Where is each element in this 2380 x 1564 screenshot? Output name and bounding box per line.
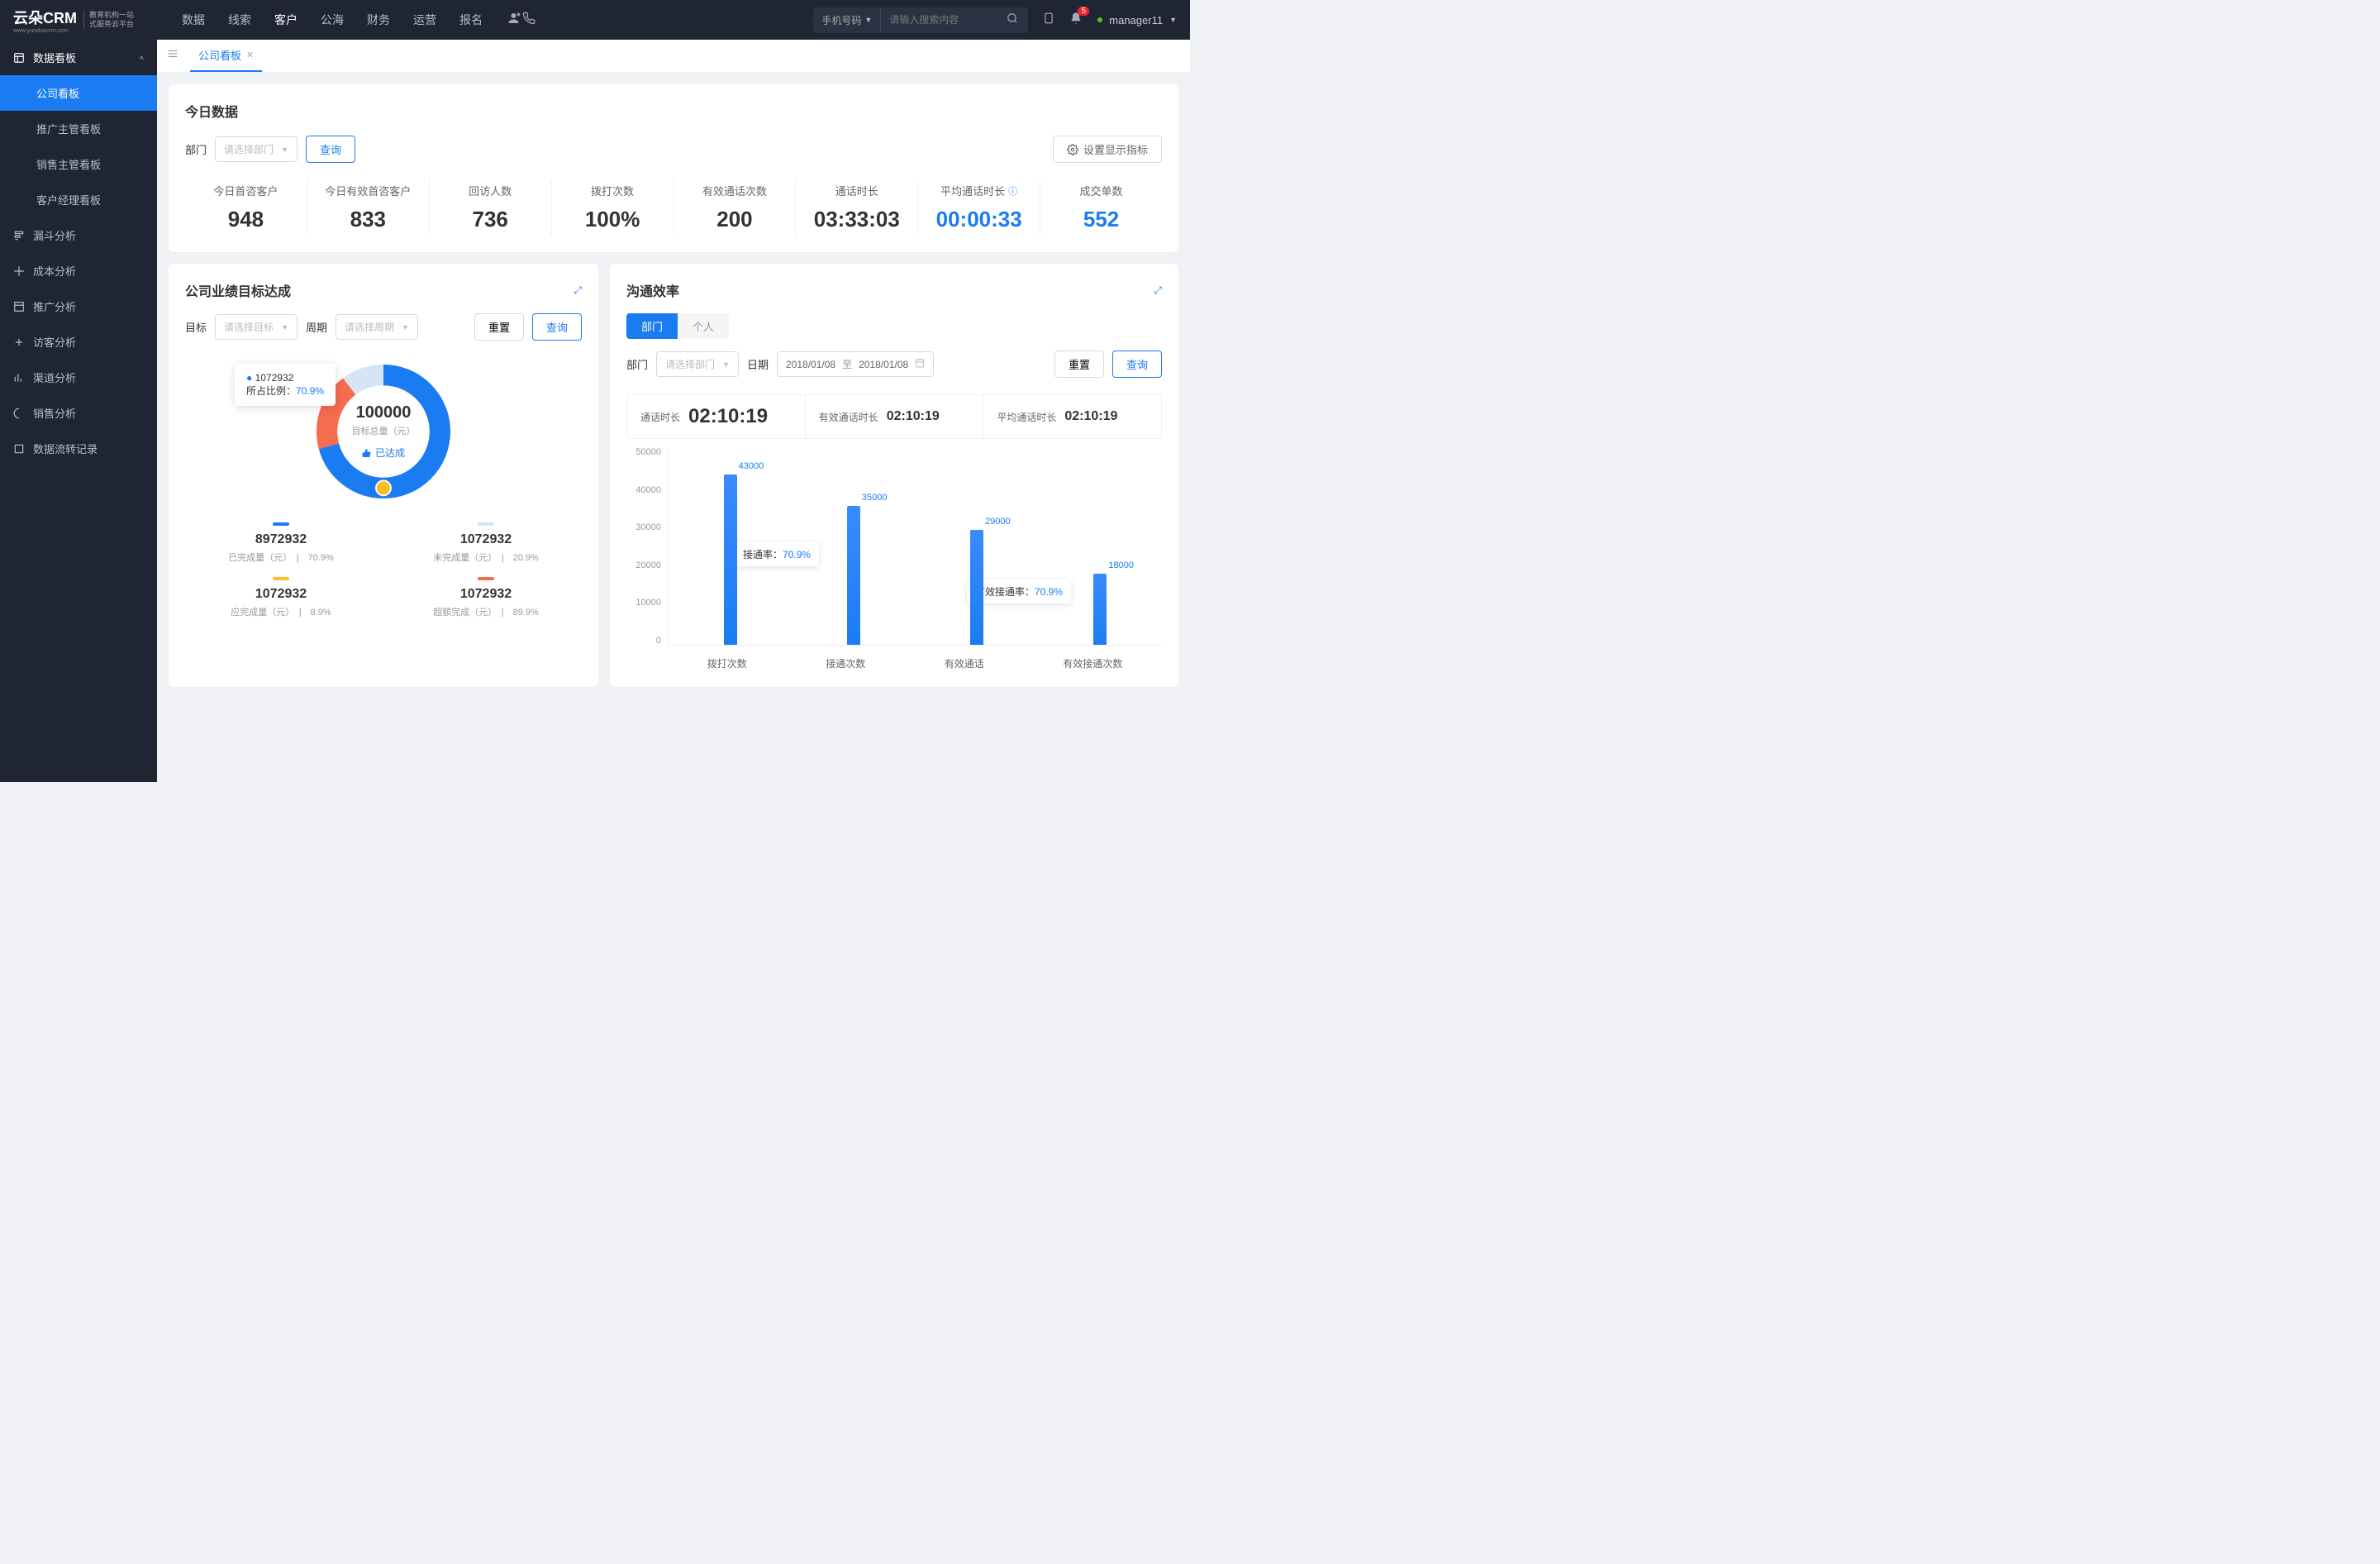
metric-item: 平均通话时长02:10:19 <box>983 395 1161 438</box>
donut-chart: 100000 目标总量（元） 已达成 ● 1072932 所占比例：70.9% <box>185 357 582 506</box>
bar-chart: 50000400003000020000100000 接通率：70.9% 有效接… <box>626 447 1162 670</box>
dashboard-icon <box>13 52 25 64</box>
menu-icon <box>13 230 25 241</box>
main-nav: 数据 线索 客户 公海 财务 运营 报名 <box>182 12 483 28</box>
legend-item: 8972932已完成量（元） | 70.9% <box>185 522 377 564</box>
sidebar-item[interactable]: 数据流转记录 <box>0 431 157 466</box>
logo: 云朵CRM www.yunduocrm.com 教育机构一站式服务云平台 <box>13 7 157 34</box>
expand-icon[interactable]: ⤢ <box>1154 284 1162 297</box>
period-select[interactable]: 请选择周期▼ <box>336 314 418 340</box>
stat-item: 平均通话时长ⓘ00:00:33 <box>918 179 1040 236</box>
dept-select[interactable]: 请选择部门▼ <box>656 351 739 377</box>
chevron-down-icon: ▼ <box>1169 16 1177 24</box>
sidebar-item[interactable]: 访客分析 <box>0 324 157 360</box>
sidebar-group-dashboard[interactable]: 数据看板 ˄ <box>0 40 157 75</box>
metric-item: 通话时长02:10:19 <box>627 395 806 438</box>
status-dot-icon <box>1097 17 1102 22</box>
nav-item[interactable]: 客户 <box>274 12 298 28</box>
search-icon[interactable] <box>997 7 1028 33</box>
sidebar: 数据看板 ˄ 公司看板推广主管看板销售主管看板客户经理看板 漏斗分析成本分析推广… <box>0 40 157 782</box>
card-comm: 沟通效率 ⤢ 部门个人 部门 请选择部门▼ 日期 2018/01/08 至 20… <box>610 264 1178 687</box>
bar-column: 35000 <box>847 506 860 645</box>
thumbs-up-icon <box>362 448 372 458</box>
stat-item: 回访人数736 <box>430 179 552 236</box>
sidebar-item[interactable]: 公司看板 <box>0 75 157 111</box>
nav-item[interactable]: 报名 <box>459 12 483 28</box>
tabs-bar: 公司看板 ✕ <box>157 40 1190 73</box>
nav-item[interactable]: 运营 <box>413 12 436 28</box>
dept-select[interactable]: 请选择部门▼ <box>215 136 298 162</box>
phone-icon[interactable] <box>522 12 536 29</box>
menu-icon <box>13 301 25 312</box>
stat-item: 有效通话次数200 <box>674 179 797 236</box>
search-box: 手机号码▼ <box>813 7 1028 33</box>
legend-item: 1072932超额完成（元） | 89.9% <box>390 577 582 618</box>
anno-connect-rate: 接通率：70.9% <box>735 542 819 566</box>
stat-item: 今日首咨客户948 <box>185 179 307 236</box>
legend-item: 1072932未完成量（元） | 20.9% <box>390 522 582 564</box>
menu-icon <box>13 336 25 348</box>
nav-item[interactable]: 公海 <box>321 12 344 28</box>
expand-icon[interactable]: ⤢ <box>574 284 582 297</box>
info-icon[interactable]: ⓘ <box>1008 184 1017 198</box>
calendar-icon <box>915 358 925 370</box>
sidebar-item[interactable]: 漏斗分析 <box>0 217 157 253</box>
target-select[interactable]: 请选择目标▼ <box>215 314 298 340</box>
date-range-input[interactable]: 2018/01/08 至 2018/01/08 <box>777 351 934 377</box>
notification-badge: 5 <box>1078 7 1089 16</box>
bar-column: 18000 <box>1093 574 1107 645</box>
query-button[interactable]: 查询 <box>1112 350 1162 378</box>
menu-icon <box>13 408 25 419</box>
pill-tab[interactable]: 个人 <box>678 313 729 339</box>
search-filter-select[interactable]: 手机号码▼ <box>813 8 881 32</box>
stat-item: 今日有效首咨客户833 <box>307 179 430 236</box>
stat-item: 拨打次数100% <box>552 179 674 236</box>
query-button[interactable]: 查询 <box>532 313 582 341</box>
bell-icon[interactable]: 5 <box>1069 12 1083 29</box>
sidebar-item[interactable]: 渠道分析 <box>0 360 157 395</box>
user-menu[interactable]: manager11 ▼ <box>1097 14 1177 26</box>
gear-icon <box>1067 144 1078 155</box>
sidebar-item[interactable]: 成本分析 <box>0 253 157 288</box>
card-today: 今日数据 部门 请选择部门▼ 查询 设置显示指标 今日首咨客户948今日有效首咨… <box>169 84 1178 252</box>
sidebar-item[interactable]: 销售主管看板 <box>0 146 157 182</box>
search-input[interactable] <box>881 9 997 31</box>
tab-company-dashboard[interactable]: 公司看板 ✕ <box>190 40 262 72</box>
query-button[interactable]: 查询 <box>306 136 355 163</box>
stat-item: 通话时长03:33:03 <box>796 179 918 236</box>
card-title: 今日数据 <box>185 101 1162 121</box>
hamburger-icon[interactable] <box>167 48 178 64</box>
menu-icon <box>13 265 25 277</box>
settings-button[interactable]: 设置显示指标 <box>1053 136 1162 163</box>
mobile-icon[interactable] <box>1043 11 1054 30</box>
sidebar-item[interactable]: 销售分析 <box>0 395 157 431</box>
top-header: 云朵CRM www.yunduocrm.com 教育机构一站式服务云平台 数据 线… <box>0 0 1190 40</box>
sidebar-item[interactable]: 推广主管看板 <box>0 111 157 146</box>
sidebar-item[interactable]: 推广分析 <box>0 288 157 324</box>
sidebar-item[interactable]: 客户经理看板 <box>0 182 157 217</box>
legend-item: 1072932应完成量（元） | 8.9% <box>185 577 377 618</box>
add-user-icon[interactable] <box>507 11 522 30</box>
menu-icon <box>13 443 25 455</box>
nav-item[interactable]: 线索 <box>228 12 251 28</box>
stat-item: 成交单数552 <box>1040 179 1162 236</box>
card-goal: 公司业绩目标达成 ⤢ 目标 请选择目标▼ 周期 请选择周期▼ 重置 查询 <box>169 264 598 687</box>
bar-column: 29000 <box>970 530 983 645</box>
pill-tab[interactable]: 部门 <box>626 313 678 339</box>
reset-button[interactable]: 重置 <box>1054 350 1104 378</box>
chart-tooltip: ● 1072932 所占比例：70.9% <box>235 364 336 406</box>
nav-item[interactable]: 数据 <box>182 12 205 28</box>
chevron-up-icon: ˄ <box>140 54 144 62</box>
nav-item[interactable]: 财务 <box>367 12 390 28</box>
close-icon[interactable]: ✕ <box>246 50 254 60</box>
menu-icon <box>13 372 25 384</box>
pill-tabs: 部门个人 <box>626 313 729 339</box>
reset-button[interactable]: 重置 <box>474 313 524 341</box>
bar-column: 43000 <box>724 474 737 645</box>
metric-item: 有效通话时长02:10:19 <box>806 395 984 438</box>
logo-text: 云朵CRM <box>13 7 77 28</box>
